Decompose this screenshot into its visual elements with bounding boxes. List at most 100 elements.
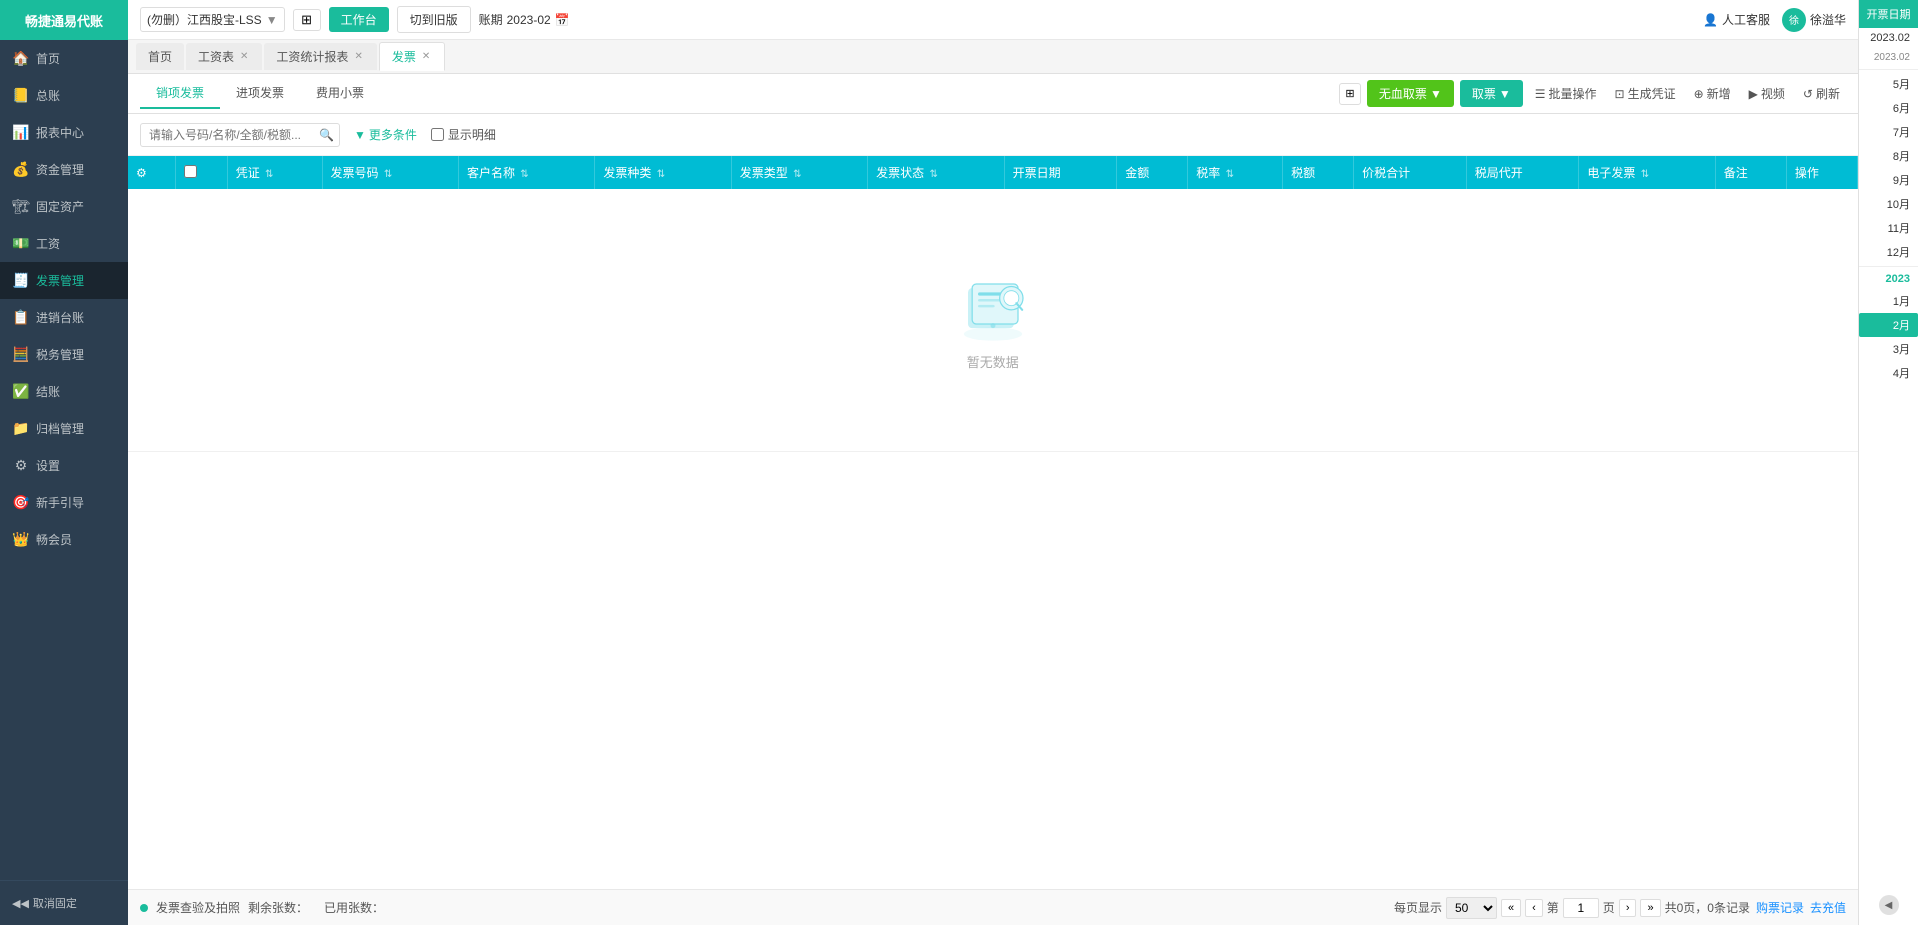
per-page-select[interactable]: 50 10 20 100 — [1446, 897, 1497, 919]
new-button[interactable]: ⊕ 新增 — [1688, 81, 1737, 106]
grid-view-button[interactable]: ⊞ — [1339, 83, 1361, 105]
gen-voucher-button[interactable]: ⊡ 生成凭证 — [1609, 81, 1682, 106]
record-link[interactable]: 购票记录 — [1756, 899, 1804, 916]
user-profile[interactable]: 徐 徐溢华 — [1782, 8, 1846, 32]
month-5[interactable]: 5月 — [1859, 72, 1918, 96]
col-open-date-label: 开票日期 — [1013, 166, 1061, 180]
sidebar-item-archive[interactable]: 📁 归档管理 — [0, 410, 128, 447]
take-ticket-button[interactable]: 取票 ▼ — [1460, 80, 1523, 107]
switch-old-button[interactable]: 切到旧版 — [397, 6, 471, 33]
period-value: 2023-02 — [507, 13, 551, 27]
month-6[interactable]: 6月 — [1859, 96, 1918, 120]
col-invoice-type-sort: ⇅ — [657, 169, 665, 180]
col-e-invoice-label: 电子发票 — [1587, 166, 1635, 180]
month-11[interactable]: 11月 — [1859, 216, 1918, 240]
col-amount[interactable]: 金额 — [1117, 156, 1188, 189]
tab-salary[interactable]: 工资表 ✕ — [186, 43, 262, 70]
first-page-button[interactable]: « — [1501, 899, 1521, 917]
col-invoice-no-label: 发票号码 — [331, 166, 379, 180]
app-logo: 畅捷通易代账 — [0, 0, 128, 40]
company-selector[interactable]: (勿删）江西股宝-LSS ▼ — [140, 7, 285, 32]
search-input[interactable] — [140, 123, 340, 147]
col-e-invoice[interactable]: 电子发票 ⇅ — [1579, 156, 1715, 189]
batch-op-button[interactable]: ☰ 批量操作 — [1529, 81, 1603, 106]
take-ticket-dropdown-icon: ▼ — [1499, 87, 1511, 101]
refresh-icon: ↺ — [1803, 87, 1813, 101]
tab-invoice[interactable]: 发票 ✕ — [379, 42, 445, 71]
sidebar-item-guide[interactable]: 🎯 新手引导 — [0, 484, 128, 521]
col-invoice-no[interactable]: 发票号码 ⇅ — [322, 156, 458, 189]
last-page-button[interactable]: » — [1640, 899, 1660, 917]
month-4[interactable]: 4月 — [1859, 361, 1918, 385]
date-header-1[interactable]: 2023.02 — [1859, 28, 1918, 48]
video-button[interactable]: ▶ 视频 — [1743, 81, 1791, 106]
more-filter-button[interactable]: ▼ 更多条件 — [346, 122, 425, 147]
tab-invoice-close[interactable]: ✕ — [420, 51, 432, 62]
month-1[interactable]: 1月 — [1859, 289, 1918, 313]
sidebar-item-assets[interactable]: 🏗 固定资产 — [0, 188, 128, 225]
sub-tab-incoming[interactable]: 进项发票 — [220, 78, 300, 109]
col-total[interactable]: 价税合计 — [1354, 156, 1467, 189]
month-8[interactable]: 8月 — [1859, 144, 1918, 168]
sidebar-item-salary[interactable]: 💵 工资 — [0, 225, 128, 262]
col-tax-bureau[interactable]: 税局代开 — [1466, 156, 1579, 189]
copy-button[interactable]: ⊞ — [293, 9, 321, 31]
col-tax-amount[interactable]: 税额 — [1283, 156, 1354, 189]
workspace-button[interactable]: 工作台 — [329, 7, 389, 32]
sidebar-item-invoice[interactable]: 🧾 发票管理 — [0, 262, 128, 299]
tab-home[interactable]: 首页 — [136, 43, 184, 70]
select-all-checkbox[interactable] — [184, 165, 197, 178]
check-label: 发票查验及拍照 — [156, 899, 240, 916]
sidebar-item-finance[interactable]: 💰 资金管理 — [0, 151, 128, 188]
month-7[interactable]: 7月 — [1859, 120, 1918, 144]
show-detail-label: 显示明细 — [448, 126, 496, 143]
month-12[interactable]: 12月 — [1859, 240, 1918, 264]
tab-salary-close[interactable]: ✕ — [238, 51, 250, 62]
sidebar-item-home[interactable]: 🏠 首页 — [0, 40, 128, 77]
right-panel-header[interactable]: 开票日期 — [1859, 0, 1918, 28]
cancel-pin-button[interactable]: ◀◀ 取消固定 — [8, 889, 120, 917]
refresh-button[interactable]: ↺ 刷新 — [1797, 81, 1846, 106]
sidebar-item-purchase[interactable]: 📋 进销台账 — [0, 299, 128, 336]
page-input[interactable] — [1563, 898, 1599, 918]
month-9[interactable]: 9月 — [1859, 168, 1918, 192]
col-invoice-type[interactable]: 发票种类 ⇅ — [595, 156, 731, 189]
sidebar-item-reports[interactable]: 📊 报表中心 — [0, 114, 128, 151]
tab-salary-stats-close[interactable]: ✕ — [352, 51, 364, 62]
tab-salary-stats[interactable]: 工资统计报表 ✕ — [264, 43, 376, 70]
sidebar-item-tax[interactable]: 🧮 税务管理 — [0, 336, 128, 373]
prev-page-button[interactable]: ‹ — [1525, 899, 1543, 917]
sub-tab-outgoing[interactable]: 销项发票 — [140, 78, 220, 109]
col-voucher[interactable]: 凭证 ⇅ — [227, 156, 322, 189]
col-customer-sort: ⇅ — [520, 169, 528, 180]
new-label: 新增 — [1707, 85, 1731, 102]
no-tax-button[interactable]: 无血取票 ▼ — [1367, 80, 1454, 107]
grid-icon: ⊞ — [1345, 87, 1354, 100]
sidebar-item-settings[interactable]: ⚙ 设置 — [0, 447, 128, 484]
next-page-button[interactable]: › — [1619, 899, 1637, 917]
col-checkbox[interactable] — [175, 156, 227, 189]
sidebar-item-member[interactable]: 👑 畅会员 — [0, 521, 128, 558]
col-status[interactable]: 发票状态 ⇅ — [868, 156, 1004, 189]
month-10[interactable]: 10月 — [1859, 192, 1918, 216]
month-2-active[interactable]: 2月 — [1859, 313, 1918, 337]
empty-text: 暂无数据 — [967, 352, 1019, 371]
col-open-date[interactable]: 开票日期 — [1004, 156, 1117, 189]
col-tax-amount-label: 税额 — [1291, 166, 1315, 180]
sub-tab-expense[interactable]: 费用小票 — [300, 78, 380, 109]
sidebar-item-ledger[interactable]: 📒 总账 — [0, 77, 128, 114]
col-settings[interactable]: ⚙ — [128, 156, 175, 189]
right-panel-close-button[interactable]: ◀ — [1879, 895, 1899, 915]
month-3[interactable]: 3月 — [1859, 337, 1918, 361]
show-detail-checkbox[interactable]: 显示明细 — [431, 126, 496, 143]
col-invoice-cat[interactable]: 发票类型 ⇅ — [731, 156, 867, 189]
customer-service[interactable]: 👤 人工客服 — [1703, 11, 1770, 28]
user-name: 徐溢华 — [1810, 11, 1846, 28]
sidebar-item-checkout[interactable]: ✅ 结账 — [0, 373, 128, 410]
col-customer[interactable]: 客户名称 ⇅ — [458, 156, 594, 189]
show-detail-check[interactable] — [431, 128, 444, 141]
page-word: 第 — [1547, 899, 1559, 916]
recharge-link[interactable]: 去充值 — [1810, 899, 1846, 916]
col-remark-label: 备注 — [1724, 166, 1748, 180]
col-tax-rate[interactable]: 税率 ⇅ — [1188, 156, 1283, 189]
